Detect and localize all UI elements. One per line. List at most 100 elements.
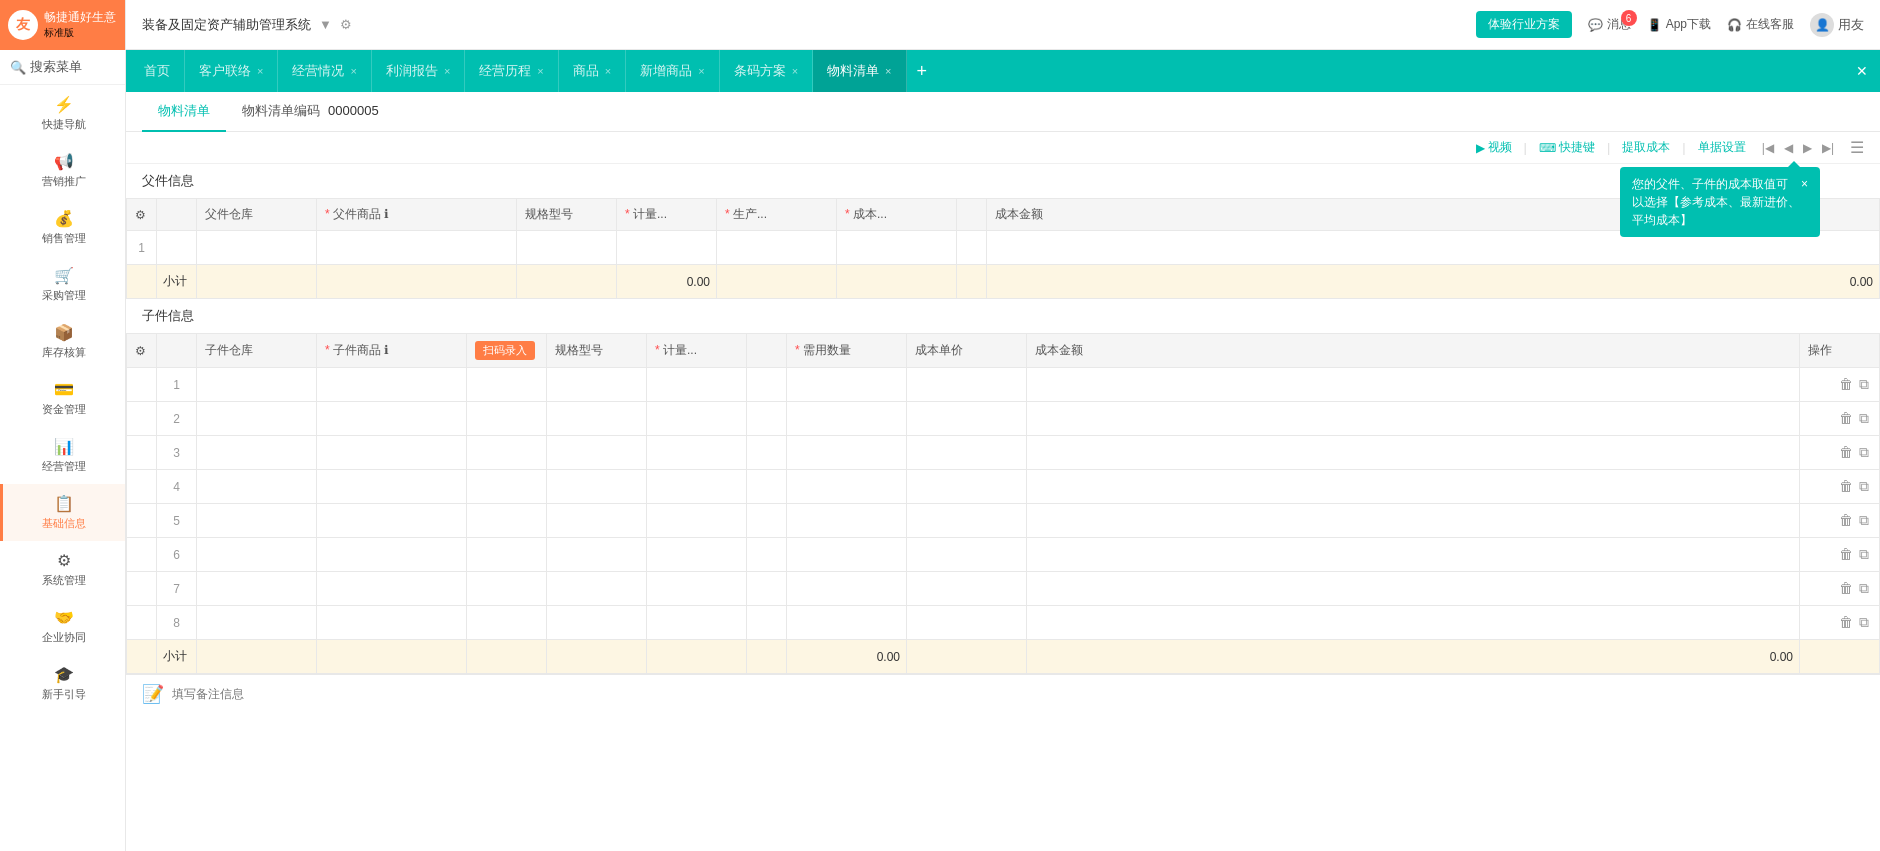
- child-row-spec-0[interactable]: [547, 368, 647, 402]
- sub-tab-bom-list[interactable]: 物料清单: [142, 92, 226, 132]
- app-download-button[interactable]: 📱 App下载: [1647, 16, 1711, 33]
- view-video-button[interactable]: ▶ 视频: [1476, 139, 1512, 156]
- copy-icon-5[interactable]: ⧉: [1859, 546, 1869, 563]
- tab-barcode-close[interactable]: ×: [792, 65, 798, 77]
- parent-row-product[interactable]: [317, 231, 517, 265]
- child-row-warehouse-3[interactable]: [197, 470, 317, 504]
- tab-customers[interactable]: 客户联络 ×: [185, 50, 278, 92]
- sidebar-item-system[interactable]: ⚙ 系统管理: [0, 541, 125, 598]
- child-row-spec-7[interactable]: [547, 606, 647, 640]
- copy-icon-4[interactable]: ⧉: [1859, 512, 1869, 529]
- child-row-quantity-2[interactable]: [787, 436, 907, 470]
- sidebar-search[interactable]: 🔍 搜索菜单: [0, 50, 125, 85]
- close-all-tabs-icon[interactable]: ✕: [1856, 63, 1868, 79]
- prev-first-button[interactable]: |◀: [1758, 139, 1778, 157]
- tab-add-button[interactable]: +: [907, 61, 938, 82]
- sidebar-item-marketing[interactable]: 📢 营销推广: [0, 142, 125, 199]
- child-row-spec-5[interactable]: [547, 538, 647, 572]
- child-row-quantity-3[interactable]: [787, 470, 907, 504]
- single-setting-button[interactable]: 单据设置: [1698, 139, 1746, 156]
- delete-icon-0[interactable]: 🗑: [1839, 376, 1853, 393]
- child-row-unit-price-5[interactable]: [907, 538, 1027, 572]
- delete-icon-7[interactable]: 🗑: [1839, 614, 1853, 631]
- child-row-unit-5[interactable]: [647, 538, 747, 572]
- tab-operation-close[interactable]: ×: [350, 65, 356, 77]
- copy-icon-7[interactable]: ⧉: [1859, 614, 1869, 631]
- child-row-product-0[interactable]: [317, 368, 467, 402]
- sidebar-item-operation[interactable]: 📊 经营管理: [0, 427, 125, 484]
- tab-products[interactable]: 商品 ×: [559, 50, 626, 92]
- child-row-unit-0[interactable]: [647, 368, 747, 402]
- child-row-unit-2[interactable]: [647, 436, 747, 470]
- delete-icon-4[interactable]: 🗑: [1839, 512, 1853, 529]
- sidebar-item-collab[interactable]: 🤝 企业协同: [0, 598, 125, 655]
- child-row-unit-price-3[interactable]: [907, 470, 1027, 504]
- tab-bom-close[interactable]: ×: [885, 65, 891, 77]
- user-menu-button[interactable]: 👤 用友: [1810, 13, 1864, 37]
- next-last-button[interactable]: ▶|: [1818, 139, 1838, 157]
- sidebar-item-sales[interactable]: 💰 销售管理: [0, 199, 125, 256]
- tab-profit-close[interactable]: ×: [444, 65, 450, 77]
- tab-profit[interactable]: 利润报告 ×: [372, 50, 465, 92]
- delete-icon-5[interactable]: 🗑: [1839, 546, 1853, 563]
- child-row-product-2[interactable]: [317, 436, 467, 470]
- sidebar-item-guide[interactable]: 🎓 新手引导: [0, 655, 125, 712]
- extract-cost-button[interactable]: 提取成本: [1622, 139, 1670, 156]
- delete-icon-1[interactable]: 🗑: [1839, 410, 1853, 427]
- child-row-quantity-1[interactable]: [787, 402, 907, 436]
- child-row-product-5[interactable]: [317, 538, 467, 572]
- online-service-button[interactable]: 🎧 在线客服: [1727, 16, 1794, 33]
- sidebar-item-inventory[interactable]: 📦 库存核算: [0, 313, 125, 370]
- message-button[interactable]: 💬 6 消息: [1588, 16, 1631, 33]
- child-row-quantity-0[interactable]: [787, 368, 907, 402]
- child-row-warehouse-5[interactable]: [197, 538, 317, 572]
- child-row-unit-price-6[interactable]: [907, 572, 1027, 606]
- tab-bom[interactable]: 物料清单 ×: [813, 50, 906, 92]
- child-row-product-1[interactable]: [317, 402, 467, 436]
- child-row-unit-price-1[interactable]: [907, 402, 1027, 436]
- child-row-unit-3[interactable]: [647, 470, 747, 504]
- child-row-unit-price-4[interactable]: [907, 504, 1027, 538]
- child-row-warehouse-1[interactable]: [197, 402, 317, 436]
- parent-row-cost[interactable]: [837, 231, 957, 265]
- sidebar-item-quick-nav[interactable]: ⚡ 快捷导航: [0, 85, 125, 142]
- child-row-product-3[interactable]: [317, 470, 467, 504]
- child-row-warehouse-7[interactable]: [197, 606, 317, 640]
- child-row-unit-price-7[interactable]: [907, 606, 1027, 640]
- child-row-unit-7[interactable]: [647, 606, 747, 640]
- prev-button[interactable]: ◀: [1780, 139, 1797, 157]
- delete-icon-2[interactable]: 🗑: [1839, 444, 1853, 461]
- child-row-unit-4[interactable]: [647, 504, 747, 538]
- child-row-product-4[interactable]: [317, 504, 467, 538]
- child-row-spec-1[interactable]: [547, 402, 647, 436]
- tab-history-close[interactable]: ×: [537, 65, 543, 77]
- copy-icon-2[interactable]: ⧉: [1859, 444, 1869, 461]
- child-row-warehouse-0[interactable]: [197, 368, 317, 402]
- tab-new-products-close[interactable]: ×: [698, 65, 704, 77]
- child-row-warehouse-4[interactable]: [197, 504, 317, 538]
- child-row-spec-4[interactable]: [547, 504, 647, 538]
- child-row-spec-2[interactable]: [547, 436, 647, 470]
- tab-customers-close[interactable]: ×: [257, 65, 263, 77]
- child-row-unit-6[interactable]: [647, 572, 747, 606]
- child-col-setting[interactable]: ⚙: [127, 334, 157, 368]
- child-row-quantity-5[interactable]: [787, 538, 907, 572]
- child-row-warehouse-2[interactable]: [197, 436, 317, 470]
- child-row-product-6[interactable]: [317, 572, 467, 606]
- settings-icon[interactable]: ⚙: [340, 17, 352, 32]
- child-row-spec-6[interactable]: [547, 572, 647, 606]
- tab-products-close[interactable]: ×: [605, 65, 611, 77]
- tab-operation[interactable]: 经营情况 ×: [278, 50, 371, 92]
- next-button[interactable]: ▶: [1799, 139, 1816, 157]
- tab-barcode[interactable]: 条码方案 ×: [720, 50, 813, 92]
- copy-icon-3[interactable]: ⧉: [1859, 478, 1869, 495]
- child-row-spec-3[interactable]: [547, 470, 647, 504]
- parent-row-warehouse[interactable]: [197, 231, 317, 265]
- parent-row-unit[interactable]: [617, 231, 717, 265]
- menu-icon[interactable]: ☰: [1850, 138, 1864, 157]
- copy-icon-0[interactable]: ⧉: [1859, 376, 1869, 393]
- note-input[interactable]: [172, 687, 1864, 701]
- tooltip-close-button[interactable]: ×: [1801, 175, 1808, 193]
- parent-col-setting[interactable]: ⚙: [127, 199, 157, 231]
- child-row-unit-price-2[interactable]: [907, 436, 1027, 470]
